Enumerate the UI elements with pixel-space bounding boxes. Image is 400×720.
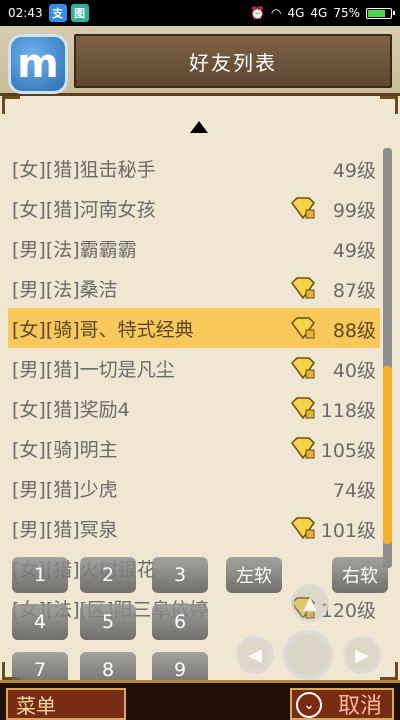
friend-row[interactable]: [男][猎]冥泉 101级 — [8, 508, 380, 548]
wifi-icon: ◠ — [270, 6, 282, 20]
friend-row[interactable]: [女][骑]哥、特式经典 88级 — [8, 308, 380, 348]
vip-diamond-icon — [291, 277, 315, 300]
left-soft-key[interactable]: 左软 — [226, 557, 282, 593]
friend-level: 101级 — [320, 520, 376, 542]
corner-ornament — [380, 96, 398, 114]
friend-name: [男][法]桑洁 — [12, 278, 118, 301]
page-title: 好友列表 — [74, 34, 392, 88]
battery-percent: 75% — [333, 6, 360, 20]
right-soft-key[interactable]: 右软 — [332, 557, 388, 593]
key-6[interactable]: 6 — [152, 604, 208, 640]
dpad-up-button[interactable]: ▲ — [291, 584, 329, 622]
friend-level: 49级 — [332, 160, 376, 182]
scrollbar-thumb[interactable] — [383, 366, 392, 544]
friend-name: [男][法]霸霸霸 — [12, 238, 137, 261]
friend-level: 118级 — [320, 400, 376, 422]
chevron-down-icon: ⌄ — [296, 692, 322, 718]
key-4[interactable]: 4 — [12, 604, 68, 640]
vip-diamond-icon — [291, 437, 315, 460]
key-1[interactable]: 1 — [12, 557, 68, 593]
menu-button[interactable]: 菜单 — [6, 688, 126, 720]
alipay-icon: 支 — [48, 4, 67, 22]
friend-name: [男][猎]少虎 — [12, 478, 118, 501]
vip-diamond-icon — [291, 317, 315, 340]
network-label-2: 4G — [310, 6, 328, 20]
friend-row[interactable]: [女][骑]明主 105级 — [8, 428, 380, 468]
key-5[interactable]: 5 — [80, 604, 136, 640]
friend-row[interactable]: [男][猎]少虎 74级 — [8, 468, 380, 508]
friend-name: [男][猎]一切是凡尘 — [12, 358, 175, 381]
friend-row[interactable]: [男][法]桑洁 87级 — [8, 268, 380, 308]
friend-name: [女][猎]狙击秘手 — [12, 158, 156, 181]
friend-name: [女][猎]奖励4 — [12, 398, 130, 421]
friend-row[interactable]: [女][猎]河南女孩 99级 — [8, 188, 380, 228]
friend-row[interactable]: [女][猎]狙击秘手 49级 — [8, 148, 380, 188]
app-logo[interactable]: m — [8, 34, 68, 94]
friend-row[interactable]: [男][法]霸霸霸 49级 — [8, 228, 380, 268]
key-2[interactable]: 2 — [80, 557, 136, 593]
friend-row[interactable]: [女][猎]奖励4 118级 — [8, 388, 380, 428]
friend-level: 40级 — [332, 360, 376, 382]
friend-level: 120级 — [320, 600, 376, 622]
friend-name: [女][猎]河南女孩 — [12, 198, 156, 221]
dpad-left-button[interactable]: ◀ — [236, 636, 274, 674]
cancel-label: 取消 — [337, 694, 382, 719]
vip-diamond-icon — [291, 517, 315, 540]
friend-name: [女][骑]明主 — [12, 438, 118, 461]
vip-diamond-icon — [291, 397, 315, 420]
vip-diamond-icon — [291, 357, 315, 380]
clock: 02:43 — [8, 6, 43, 20]
alarm-icon: ⏰ — [250, 6, 265, 20]
dpad-center-button[interactable] — [283, 630, 333, 680]
friend-row[interactable]: [男][猎]一切是凡尘 40级 — [8, 348, 380, 388]
network-label-1: 4G — [287, 6, 305, 20]
friend-level: 49级 — [332, 240, 376, 262]
corner-ornament — [380, 662, 398, 680]
status-bar: 02:43 支 图 ⏰ ◠ 4G 4G 75% — [0, 0, 400, 26]
friend-level: 88级 — [332, 320, 376, 342]
friend-level: 74级 — [332, 480, 376, 502]
scroll-up-icon[interactable] — [190, 121, 208, 133]
cancel-button[interactable]: ⌄ 取消 — [290, 688, 394, 720]
vip-diamond-icon — [291, 197, 315, 220]
corner-ornament — [2, 96, 20, 114]
dpad-right-button[interactable]: ▶ — [343, 636, 381, 674]
key-3[interactable]: 3 — [152, 557, 208, 593]
battery-icon — [366, 7, 395, 19]
friend-name: [男][猎]冥泉 — [12, 518, 118, 541]
friend-name: [女][骑]哥、特式经典 — [12, 318, 194, 341]
friend-level: 105级 — [320, 440, 376, 462]
friend-level: 99级 — [332, 200, 376, 222]
friend-level: 87级 — [332, 280, 376, 302]
app-icon: 图 — [70, 4, 89, 22]
